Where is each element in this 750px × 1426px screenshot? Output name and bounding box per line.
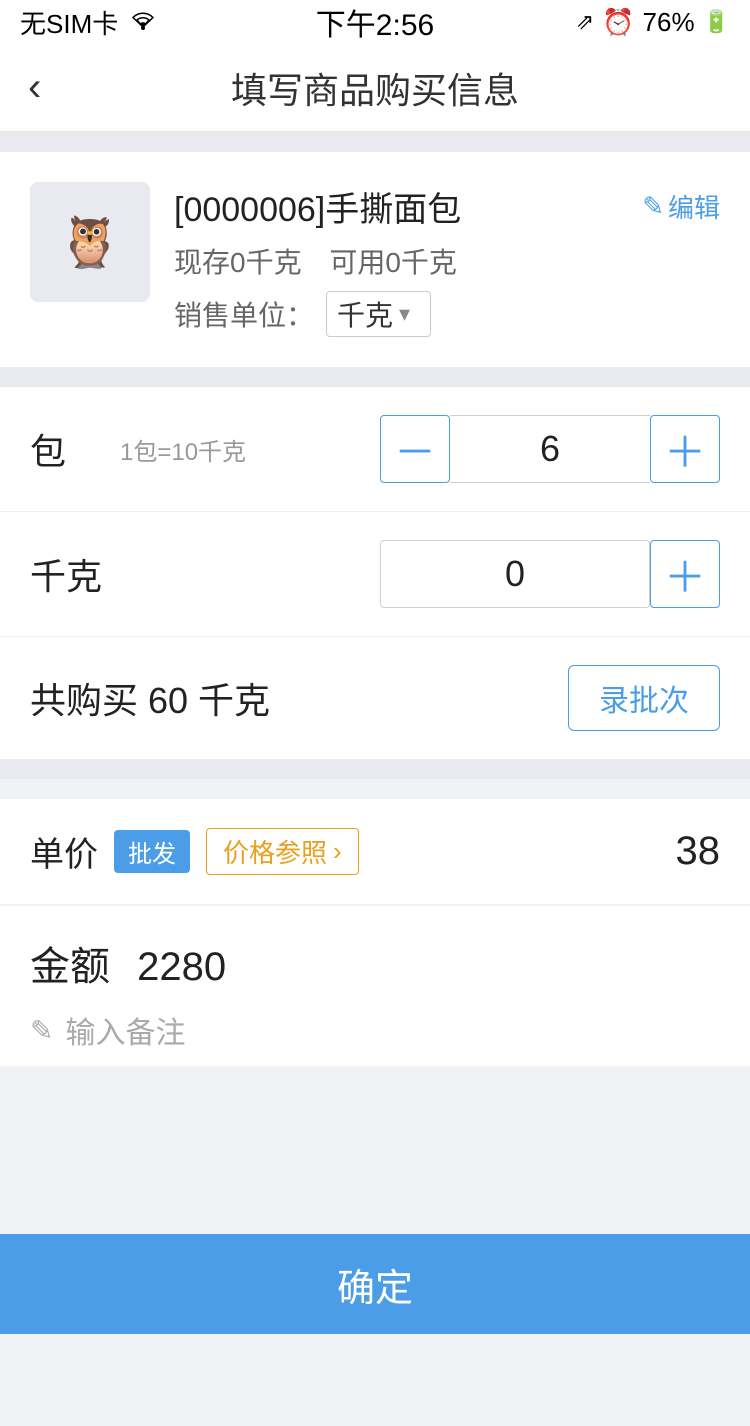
product-logo: 🦉 — [59, 213, 121, 272]
unit-value: 千克 — [337, 294, 393, 334]
price-row: 单价 批发 价格参照 › 38 — [30, 827, 720, 876]
kg-label: 千克 — [30, 548, 110, 600]
status-right: ⇗ ⏰ 76% 🔋 — [576, 7, 730, 38]
product-info: [0000006]手撕面包 ✎ 编辑 现存0千克 可用0千克 销售单位： 千克 … — [174, 182, 720, 337]
price-section: 单价 批发 价格参照 › 38 — [0, 799, 750, 904]
status-bar: 无SIM卡 下午2:56 ⇗ ⏰ 76% 🔋 — [0, 0, 750, 44]
kg-plus-button[interactable]: ＋ — [650, 540, 720, 608]
top-separator — [0, 132, 750, 152]
nav-bar: ‹ 填写商品购买信息 — [0, 44, 750, 132]
amount-row: 金额 2280 — [30, 934, 720, 992]
bag-qty-input[interactable] — [450, 415, 650, 483]
edit-icon: ✎ — [642, 191, 664, 222]
location-icon: ⇗ — [576, 9, 594, 35]
available-text: 可用0千克 — [329, 247, 457, 278]
price-label: 单价 — [30, 827, 98, 876]
chevron-down-icon: ▾ — [399, 301, 410, 327]
status-time: 下午2:56 — [316, 0, 434, 44]
price-value: 38 — [676, 829, 721, 874]
total-row: 共购买 60 千克 录批次 — [0, 637, 750, 759]
edit-button[interactable]: ✎ 编辑 — [642, 188, 720, 225]
batch-button[interactable]: 录批次 — [568, 665, 720, 731]
bag-minus-button[interactable]: － — [380, 415, 450, 483]
kg-row: 千克 ＋ — [0, 512, 750, 637]
price-tag: 批发 — [114, 830, 190, 873]
price-ref-button[interactable]: 价格参照 › — [206, 828, 359, 875]
product-card: 🦉 [0000006]手撕面包 ✎ 编辑 现存0千克 可用0千克 销售单位： 千… — [0, 152, 750, 367]
bag-sub-label: 1包=10千克 — [120, 432, 380, 467]
confirm-button[interactable]: 确定 — [0, 1234, 750, 1334]
price-separator — [0, 759, 750, 779]
remark-placeholder: 输入备注 — [65, 1008, 185, 1052]
pencil-icon: ✎ — [30, 1014, 53, 1047]
bag-label: 包 — [30, 423, 110, 475]
product-name-row: [0000006]手撕面包 ✎ 编辑 — [174, 182, 720, 231]
unit-select[interactable]: 千克 ▾ — [326, 291, 431, 337]
stock-text: 现存0千克 — [174, 247, 302, 278]
price-ref-label: 价格参照 — [223, 833, 327, 870]
mid-separator — [0, 367, 750, 387]
input-section: 包 1包=10千克 － ＋ 千克 ＋ — [0, 387, 750, 637]
price-ref-chevron-icon: › — [333, 836, 342, 867]
battery-text: 76% — [643, 7, 695, 38]
amount-value: 2280 — [137, 945, 226, 989]
kg-qty-control: ＋ — [380, 540, 720, 608]
bag-row: 包 1包=10千克 － ＋ — [0, 387, 750, 512]
back-button[interactable]: ‹ — [28, 65, 41, 110]
edit-label: 编辑 — [668, 188, 720, 225]
product-stock: 现存0千克 可用0千克 — [174, 241, 720, 281]
alarm-icon: ⏰ — [602, 7, 634, 38]
kg-qty-input[interactable] — [380, 540, 650, 608]
status-left: 无SIM卡 — [20, 4, 158, 41]
carrier-text: 无SIM卡 — [20, 4, 118, 41]
bag-plus-button[interactable]: ＋ — [650, 415, 720, 483]
battery-icon: 🔋 — [703, 9, 730, 35]
bag-qty-control: － ＋ — [380, 415, 720, 483]
product-image: 🦉 — [30, 182, 150, 302]
remark-row[interactable]: ✎ 输入备注 — [30, 1008, 720, 1052]
total-label: 共购买 60 千克 — [30, 672, 270, 724]
wifi-icon — [128, 7, 158, 38]
product-name: [0000006]手撕面包 — [174, 182, 461, 231]
page-title: 填写商品购买信息 — [231, 62, 519, 114]
product-unit-row: 销售单位： 千克 ▾ — [174, 291, 720, 337]
unit-label: 销售单位： — [174, 294, 314, 334]
amount-label: 金额 — [30, 945, 110, 989]
amount-section: 金额 2280 ✎ 输入备注 — [0, 906, 750, 1066]
